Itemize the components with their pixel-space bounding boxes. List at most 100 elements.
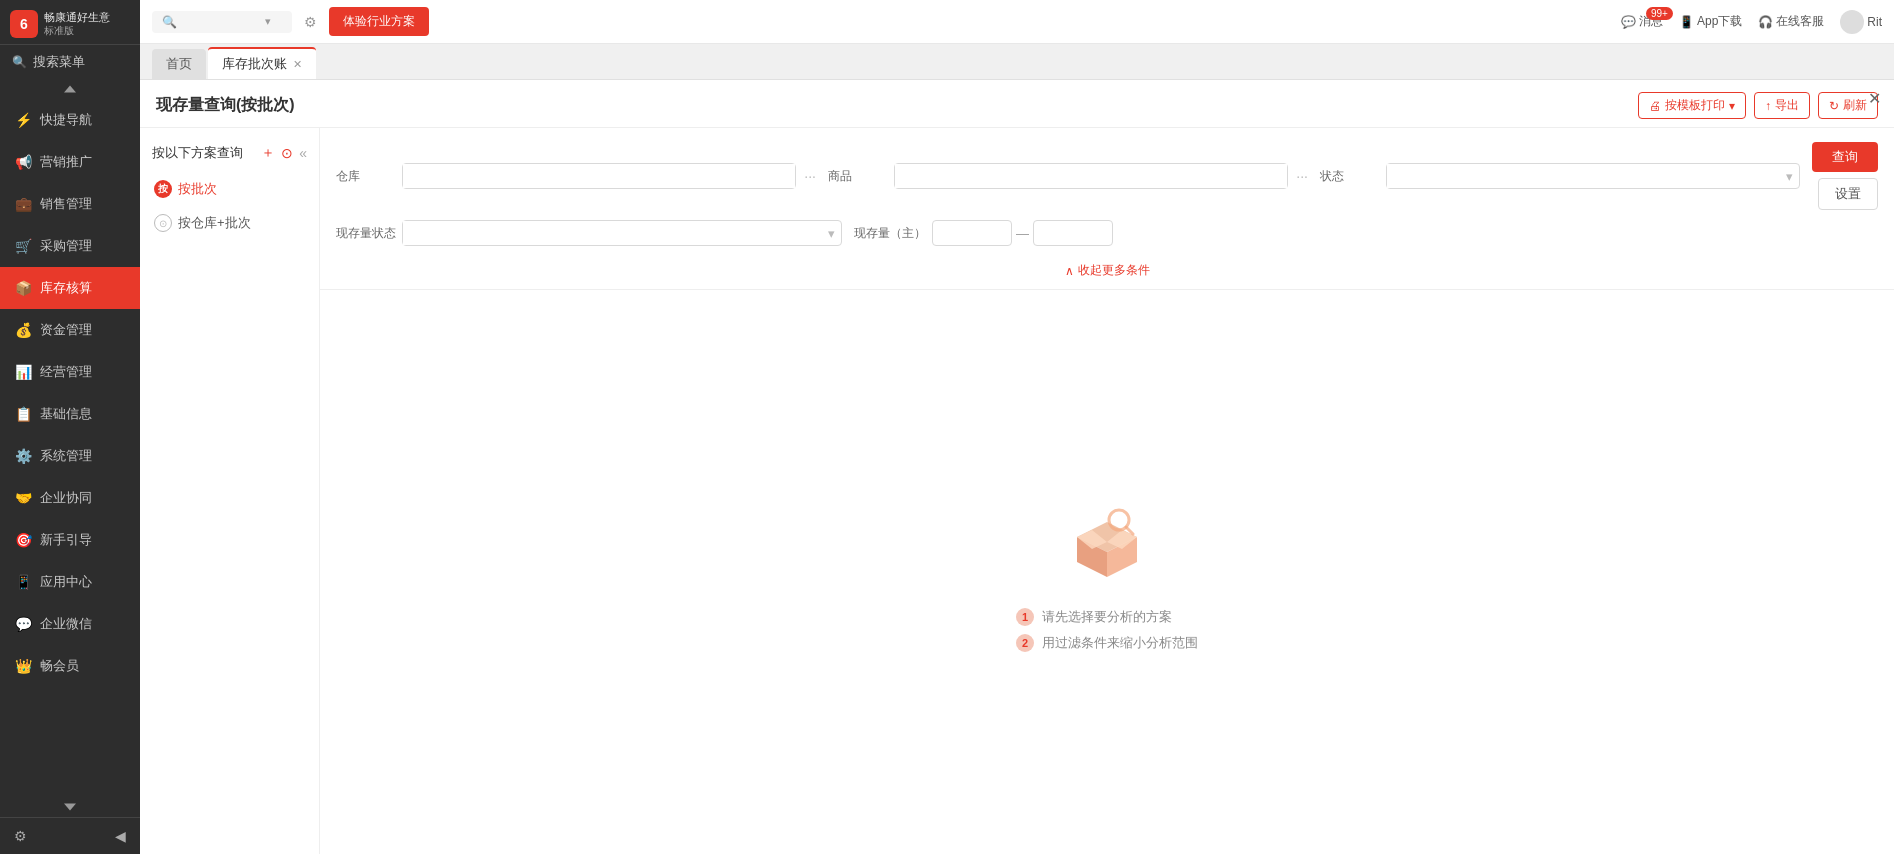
sidebar-item-quick-nav[interactable]: ⚡ 快捷导航: [0, 99, 140, 141]
sidebar-item-cooperation[interactable]: 🤝 企业协同: [0, 477, 140, 519]
scroll-down-btn[interactable]: [0, 797, 140, 817]
inventory-qty-range: —: [932, 220, 1113, 246]
user-profile-btn[interactable]: Rit: [1840, 10, 1882, 34]
sidebar-item-finance[interactable]: 💰 资金管理: [0, 309, 140, 351]
sidebar-item-member[interactable]: 👑 畅会员: [0, 645, 140, 687]
page-close-btn[interactable]: ✕: [1854, 80, 1894, 116]
sidebar-item-marketing[interactable]: 📢 营销推广: [0, 141, 140, 183]
inventory-qty-max[interactable]: [1033, 220, 1113, 246]
sidebar-item-enterprise-wechat[interactable]: 💬 企业微信: [0, 603, 140, 645]
tab-home[interactable]: 首页: [152, 49, 206, 79]
inventory-label: 库存核算: [40, 279, 92, 297]
header-actions: 🖨 按模板打印 ▾ ↑ 导出 ↻ 刷新: [1638, 92, 1878, 119]
settings-btn[interactable]: 设置: [1818, 178, 1878, 210]
quick-nav-icon: ⚡: [14, 112, 32, 128]
app-download-btn[interactable]: 📱 App下载: [1679, 13, 1742, 30]
status-dropdown-icon[interactable]: ▾: [1780, 169, 1799, 184]
topbar: 🔍 ▾ ⚙ 体验行业方案 💬 消息 99+ 📱 App下载 🎧 在线客服: [140, 0, 1894, 44]
collapse-more-conditions[interactable]: ∧ 收起更多条件: [336, 256, 1878, 281]
enterprise-wechat-label: 企业微信: [40, 615, 92, 633]
sidebar-item-system[interactable]: ⚙️ 系统管理: [0, 435, 140, 477]
cooperation-label: 企业协同: [40, 489, 92, 507]
filter-panel-header: 按以下方案查询 ＋ ⊙ «: [140, 138, 319, 172]
app-subtitle: 标准版: [44, 24, 110, 38]
topbar-search-box[interactable]: 🔍 ▾: [152, 11, 292, 33]
product-filter: 商品 ···: [828, 163, 1308, 189]
base-info-label: 基础信息: [40, 405, 92, 423]
print-dropdown-icon[interactable]: ▾: [1729, 99, 1735, 113]
app-title: 畅康通好生意: [44, 10, 110, 24]
experience-btn[interactable]: 体验行业方案: [329, 7, 429, 36]
refresh-icon: ↻: [1829, 99, 1839, 113]
tab-inventory-batch-label: 库存批次账: [222, 55, 287, 73]
sidebar-item-inventory[interactable]: 📦 库存核算: [0, 267, 140, 309]
scheme-by-batch-icon: 按: [154, 180, 172, 198]
search-menu-item[interactable]: 🔍 搜索菜单: [0, 45, 140, 79]
collapse-filter-icon[interactable]: «: [299, 145, 307, 161]
topbar-left: 🔍 ▾ ⚙ 体验行业方案: [152, 7, 1613, 36]
system-icon: ⚙️: [14, 448, 32, 464]
filter-panel-title: 按以下方案查询: [152, 144, 243, 162]
finance-icon: 💰: [14, 322, 32, 338]
inventory-qty-filter: 现存量（主） —: [854, 220, 1360, 246]
settings-icon[interactable]: ⚙: [14, 828, 27, 844]
operations-label: 经营管理: [40, 363, 92, 381]
inventory-status-dropdown-icon[interactable]: ▾: [822, 226, 841, 241]
sidebar-item-operations[interactable]: 📊 经营管理: [0, 351, 140, 393]
page-header: 现存量查询(按批次) 🖨 按模板打印 ▾ ↑ 导出 ↻ 刷新: [140, 80, 1894, 128]
product-label: 商品: [828, 168, 888, 185]
sidebar-item-sales[interactable]: 💼 销售管理: [0, 183, 140, 225]
product-dots[interactable]: ···: [1296, 168, 1308, 184]
inventory-status-label: 现存量状态: [336, 225, 396, 242]
add-scheme-icon[interactable]: ＋: [261, 144, 275, 162]
inventory-status-input[interactable]: [403, 221, 822, 245]
product-input-wrap[interactable]: [894, 163, 1288, 189]
query-btn[interactable]: 查询: [1812, 142, 1878, 172]
empty-hint-1: 1 请先选择要分析的方案: [1016, 608, 1198, 626]
status-input-wrap[interactable]: ▾: [1386, 163, 1800, 189]
topbar-gear-icon[interactable]: ⚙: [300, 10, 321, 34]
system-label: 系统管理: [40, 447, 92, 465]
right-content: 仓库 ··· 商品 ···: [320, 128, 1894, 854]
online-service-btn[interactable]: 🎧 在线客服: [1758, 13, 1824, 30]
inner-layout: 按以下方案查询 ＋ ⊙ « 按 按批次 ⊙ 按仓库+批次: [140, 128, 1894, 854]
member-label: 畅会员: [40, 657, 79, 675]
warehouse-dots[interactable]: ···: [804, 168, 816, 184]
warehouse-input-wrap[interactable]: [402, 163, 796, 189]
marketing-label: 营销推广: [40, 153, 92, 171]
user-name: Rit: [1867, 15, 1882, 29]
messages-btn[interactable]: 💬 消息 99+: [1621, 13, 1663, 30]
tab-inventory-batch[interactable]: 库存批次账 ✕: [208, 47, 316, 79]
online-service-icon: 🎧: [1758, 15, 1773, 29]
topbar-search-dropdown-icon[interactable]: ▾: [265, 15, 271, 28]
tab-home-label: 首页: [166, 55, 192, 73]
scheme-item-by-batch[interactable]: 按 按批次: [146, 172, 313, 206]
hint-num-1: 1: [1016, 608, 1034, 626]
topbar-search-icon: 🔍: [162, 15, 177, 29]
sidebar-item-app-center[interactable]: 📱 应用中心: [0, 561, 140, 603]
inventory-status-input-wrap[interactable]: ▾: [402, 220, 842, 246]
sidebar-item-base-info[interactable]: 📋 基础信息: [0, 393, 140, 435]
product-input[interactable]: [895, 164, 1287, 188]
collapse-sidebar-icon[interactable]: ◀: [115, 828, 126, 844]
sidebar-nav: ⚡ 快捷导航 📢 营销推广 💼 销售管理 🛒 采购管理 📦 库存核算 💰 资金管…: [0, 99, 140, 797]
print-btn[interactable]: 🖨 按模板打印 ▾: [1638, 92, 1746, 119]
finance-label: 资金管理: [40, 321, 92, 339]
scroll-up-btn[interactable]: [0, 79, 140, 99]
scheme-item-by-warehouse-batch[interactable]: ⊙ 按仓库+批次: [146, 206, 313, 240]
purchase-icon: 🛒: [14, 238, 32, 254]
export-btn[interactable]: ↑ 导出: [1754, 92, 1810, 119]
sidebar-bottom: ⚙ ◀: [0, 817, 140, 854]
warehouse-input[interactable]: [403, 164, 795, 188]
tab-inventory-batch-close[interactable]: ✕: [293, 58, 302, 71]
sidebar-item-new-guide[interactable]: 🎯 新手引导: [0, 519, 140, 561]
inventory-qty-min[interactable]: [932, 220, 1012, 246]
tabs-bar: 首页 库存批次账 ✕: [140, 44, 1894, 80]
cooperation-icon: 🤝: [14, 490, 32, 506]
scheme-settings-icon[interactable]: ⊙: [281, 145, 293, 161]
filter-form: 仓库 ··· 商品 ···: [320, 128, 1894, 290]
status-input[interactable]: [1387, 164, 1780, 188]
empty-hint-2: 2 用过滤条件来缩小分析范围: [1016, 634, 1198, 652]
topbar-search-input[interactable]: [181, 15, 261, 29]
sidebar-item-purchase[interactable]: 🛒 采购管理: [0, 225, 140, 267]
